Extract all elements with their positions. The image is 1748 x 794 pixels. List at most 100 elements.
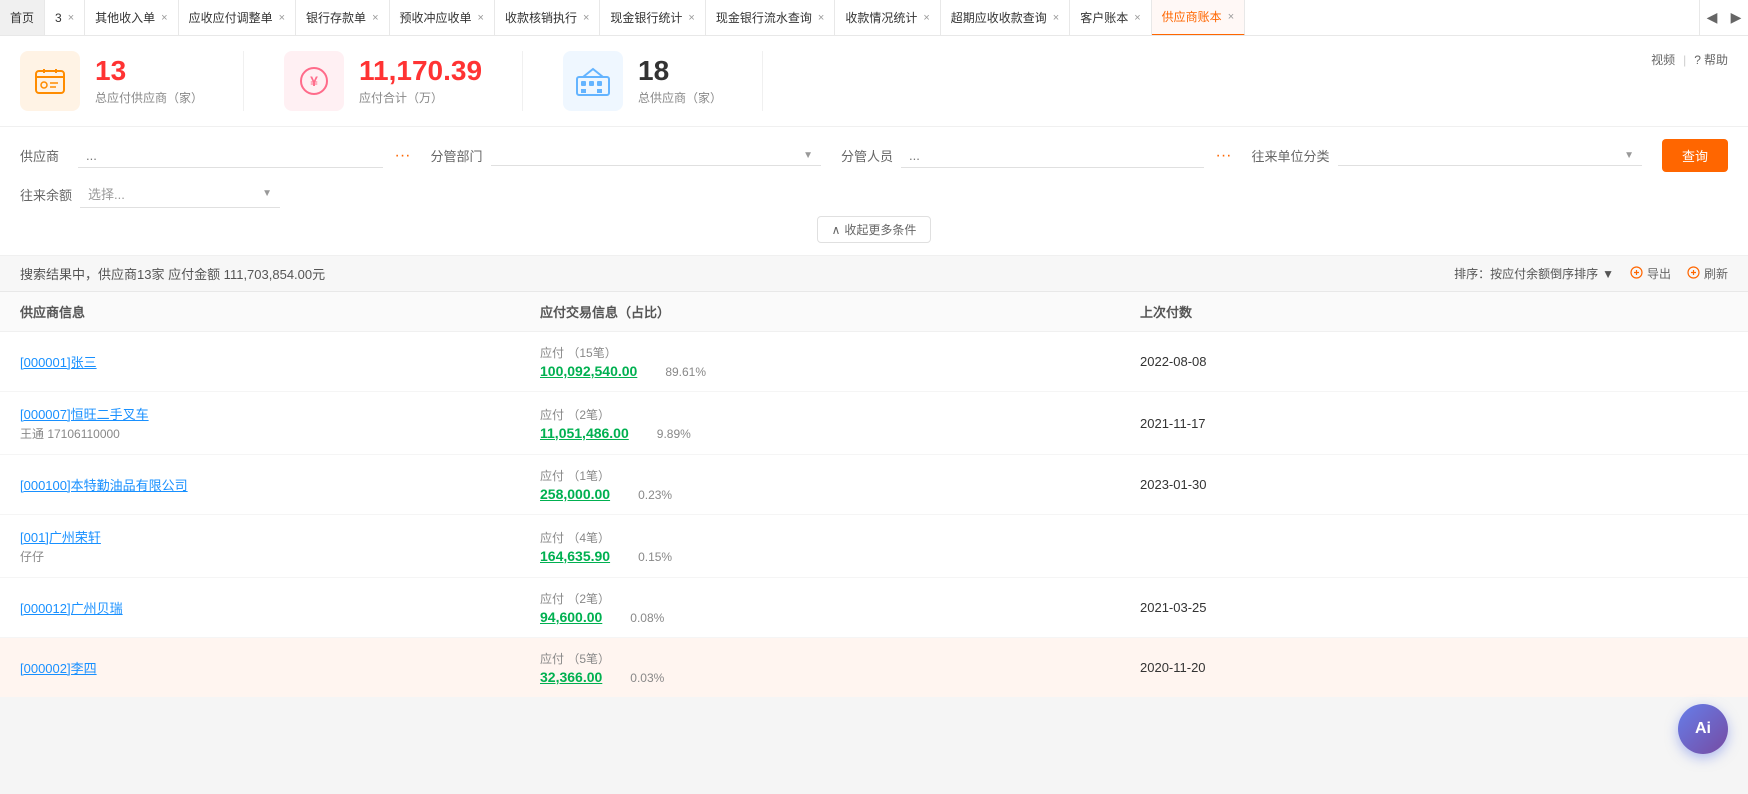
table-row[interactable]: [000002]李四 应付 （5笔） 32,366.00 0.03% 2020-… <box>0 638 1748 698</box>
tx-percent: 0.08% <box>630 611 664 625</box>
supplier-more-btn[interactable]: ··· <box>395 147 411 165</box>
nav-tab-overdue-collect-close[interactable]: × <box>1053 12 1059 24</box>
unit-class-select[interactable]: ▼ <box>1338 146 1642 166</box>
nav-tab-collect-verify[interactable]: 收款核销执行 × <box>495 0 600 36</box>
help-link[interactable]: ? 帮助 <box>1694 51 1728 68</box>
stat-total-suppliers-info: 18 总供应商（家） <box>638 57 722 106</box>
tx-amount-value[interactable]: 94,600.00 <box>540 609 602 625</box>
table-row[interactable]: [000001]张三 应付 （15笔） 100,092,540.00 89.61… <box>0 332 1748 392</box>
tx-amount-row: 94,600.00 0.08% <box>540 609 1140 625</box>
last-pay-date: 2020-11-20 <box>1140 660 1206 675</box>
nav-tab-cash-bank-flow[interactable]: 现金银行流水查询 × <box>706 0 835 36</box>
tx-amount-value[interactable]: 258,000.00 <box>540 486 610 502</box>
payable-total-value: 11,170.39 <box>359 57 482 85</box>
tx-amount-row: 100,092,540.00 89.61% <box>540 363 1140 379</box>
nav-tab-cash-bank-stat[interactable]: 现金银行统计 × <box>600 0 705 36</box>
nav-tab-collect-verify-close[interactable]: × <box>583 12 589 24</box>
nav-tab-bank-deposit-close[interactable]: × <box>372 12 378 24</box>
last-pay-cell: 2021-03-25 <box>1140 600 1728 615</box>
nav-tab-overdue-collect-label: 超期应收收款查询 <box>951 9 1047 26</box>
video-link[interactable]: 视频 <box>1651 51 1675 68</box>
balance-select[interactable]: 选择... ▼ <box>80 180 280 208</box>
collapse-label: 收起更多条件 <box>844 221 916 238</box>
supplier-label: 供应商 <box>20 146 70 165</box>
person-input[interactable] <box>901 144 1204 168</box>
tx-count: （1笔） <box>567 469 610 483</box>
payable-suppliers-value: 13 <box>95 57 203 85</box>
supplier-name-link[interactable]: [000012]广州贝瑞 <box>20 598 540 617</box>
col-tx-info: 应付交易信息（占比） <box>540 302 1140 321</box>
nav-tab-cash-bank-stat-close[interactable]: × <box>688 12 694 24</box>
query-button[interactable]: 查询 <box>1662 139 1728 172</box>
tx-amount-value[interactable]: 11,051,486.00 <box>540 425 629 441</box>
stat-payable-suppliers-info: 13 总应付供应商（家） <box>95 57 203 106</box>
nav-tab-advance-collect[interactable]: 预收冲应收单 × <box>390 0 495 36</box>
nav-tab-bank-deposit[interactable]: 银行存款单 × <box>296 0 389 36</box>
col-supplier-info: 供应商信息 <box>20 302 540 321</box>
nav-tab-customer-account[interactable]: 客户账本 × <box>1070 0 1151 36</box>
supplier-input[interactable] <box>78 144 383 168</box>
nav-tab-cash-bank-flow-close[interactable]: × <box>818 12 824 24</box>
total-suppliers-value: 18 <box>638 57 722 85</box>
supplier-info-cell: [000001]张三 <box>20 352 540 371</box>
nav-tab-overdue-collect[interactable]: 超期应收收款查询 × <box>941 0 1070 36</box>
last-pay-date: 2021-03-25 <box>1140 600 1207 615</box>
nav-tab-payable-adjust-close[interactable]: × <box>279 12 285 24</box>
ai-label: Ai <box>1695 720 1711 738</box>
table-row[interactable]: [000012]广州贝瑞 应付 （2笔） 94,600.00 0.08% 202… <box>0 578 1748 638</box>
refresh-button[interactable]: 刷新 <box>1687 265 1728 282</box>
supplier-name-link[interactable]: [001]广州荣轩 <box>20 527 540 546</box>
unit-class-chevron-icon: ▼ <box>1624 150 1634 161</box>
person-label: 分管人员 <box>841 146 893 165</box>
nav-next-arrow[interactable]: ▶ <box>1724 0 1748 36</box>
dept-select[interactable]: ▼ <box>491 146 821 166</box>
supplier-name-link[interactable]: [000007]恒旺二手叉车 <box>20 404 540 423</box>
supplier-info-cell: [000002]李四 <box>20 658 540 677</box>
tools-divider: | <box>1683 53 1686 67</box>
tx-count: （2笔） <box>567 408 610 422</box>
nav-tab-home[interactable]: 首页 <box>0 0 45 36</box>
nav-tab-supplier-account-label: 供应商账本 <box>1162 8 1222 25</box>
nav-prev-arrow[interactable]: ◀ <box>1700 0 1724 36</box>
tx-label: 应付 <box>540 531 564 545</box>
last-pay-cell: 2021-11-17 <box>1140 416 1728 431</box>
person-more-btn[interactable]: ··· <box>1216 147 1232 165</box>
nav-tab-collect-stat[interactable]: 收款情况统计 × <box>835 0 940 36</box>
supplier-name-link[interactable]: [000100]本特勤油品有限公司 <box>20 475 540 494</box>
nav-tab-other-income-close[interactable]: × <box>161 12 167 24</box>
tx-count: （4笔） <box>567 531 610 545</box>
nav-tab-cash-bank-stat-label: 现金银行统计 <box>610 9 682 26</box>
nav-tab-customer-account-close[interactable]: × <box>1134 12 1140 24</box>
last-pay-cell: 2023-01-30 <box>1140 477 1728 492</box>
nav-tab-3[interactable]: 3 × <box>45 0 85 36</box>
table-row[interactable]: [000100]本特勤油品有限公司 应付 （1笔） 258,000.00 0.2… <box>0 455 1748 515</box>
nav-tab-payable-adjust[interactable]: 应收应付调整单 × <box>179 0 296 36</box>
last-pay-date: 2022-08-08 <box>1140 354 1207 369</box>
export-button[interactable]: 导出 <box>1630 265 1671 282</box>
sort-select[interactable]: 排序：按应付余额倒序排序 ▼ <box>1454 265 1614 282</box>
tx-info-cell: 应付 （2笔） 94,600.00 0.08% <box>540 590 1140 625</box>
nav-tab-supplier-account-close[interactable]: × <box>1228 11 1234 23</box>
table-row[interactable]: [000007]恒旺二手叉车 王通 17106110000 应付 （2笔） 11… <box>0 392 1748 455</box>
help-icon: ? <box>1694 53 1701 67</box>
supplier-name-link[interactable]: [000001]张三 <box>20 352 540 371</box>
nav-tab-other-income[interactable]: 其他收入单 × <box>85 0 178 36</box>
nav-tab-3-label: 3 <box>55 11 62 25</box>
nav-tab-collect-stat-close[interactable]: × <box>923 12 929 24</box>
filter-supplier: 供应商 ··· <box>20 144 411 168</box>
dept-label: 分管部门 <box>431 146 483 165</box>
nav-tab-supplier-account[interactable]: 供应商账本 × <box>1152 0 1245 36</box>
tx-amount-value[interactable]: 100,092,540.00 <box>540 363 637 379</box>
tx-label: 应付 <box>540 652 564 666</box>
ai-assistant-button[interactable]: Ai <box>1678 704 1728 754</box>
tx-amount-value[interactable]: 164,635.90 <box>540 548 610 564</box>
results-actions: 排序：按应付余额倒序排序 ▼ 导出 刷新 <box>1454 265 1728 282</box>
nav-tab-advance-collect-close[interactable]: × <box>478 12 484 24</box>
collapse-button[interactable]: ∧ 收起更多条件 <box>817 216 932 243</box>
tx-amount-value[interactable]: 32,366.00 <box>540 669 602 685</box>
table-row[interactable]: [001]广州荣轩 仔仔 应付 （4笔） 164,635.90 0.15% <box>0 515 1748 578</box>
filter-row-1: 供应商 ··· 分管部门 ▼ 分管人员 ··· 往来单位分类 ▼ 查询 <box>20 139 1728 172</box>
supplier-name-link[interactable]: [000002]李四 <box>20 658 540 677</box>
nav-tab-3-close[interactable]: × <box>68 12 74 24</box>
results-summary: 搜索结果中，供应商13家 应付金额 111,703,854.00元 <box>20 264 325 283</box>
